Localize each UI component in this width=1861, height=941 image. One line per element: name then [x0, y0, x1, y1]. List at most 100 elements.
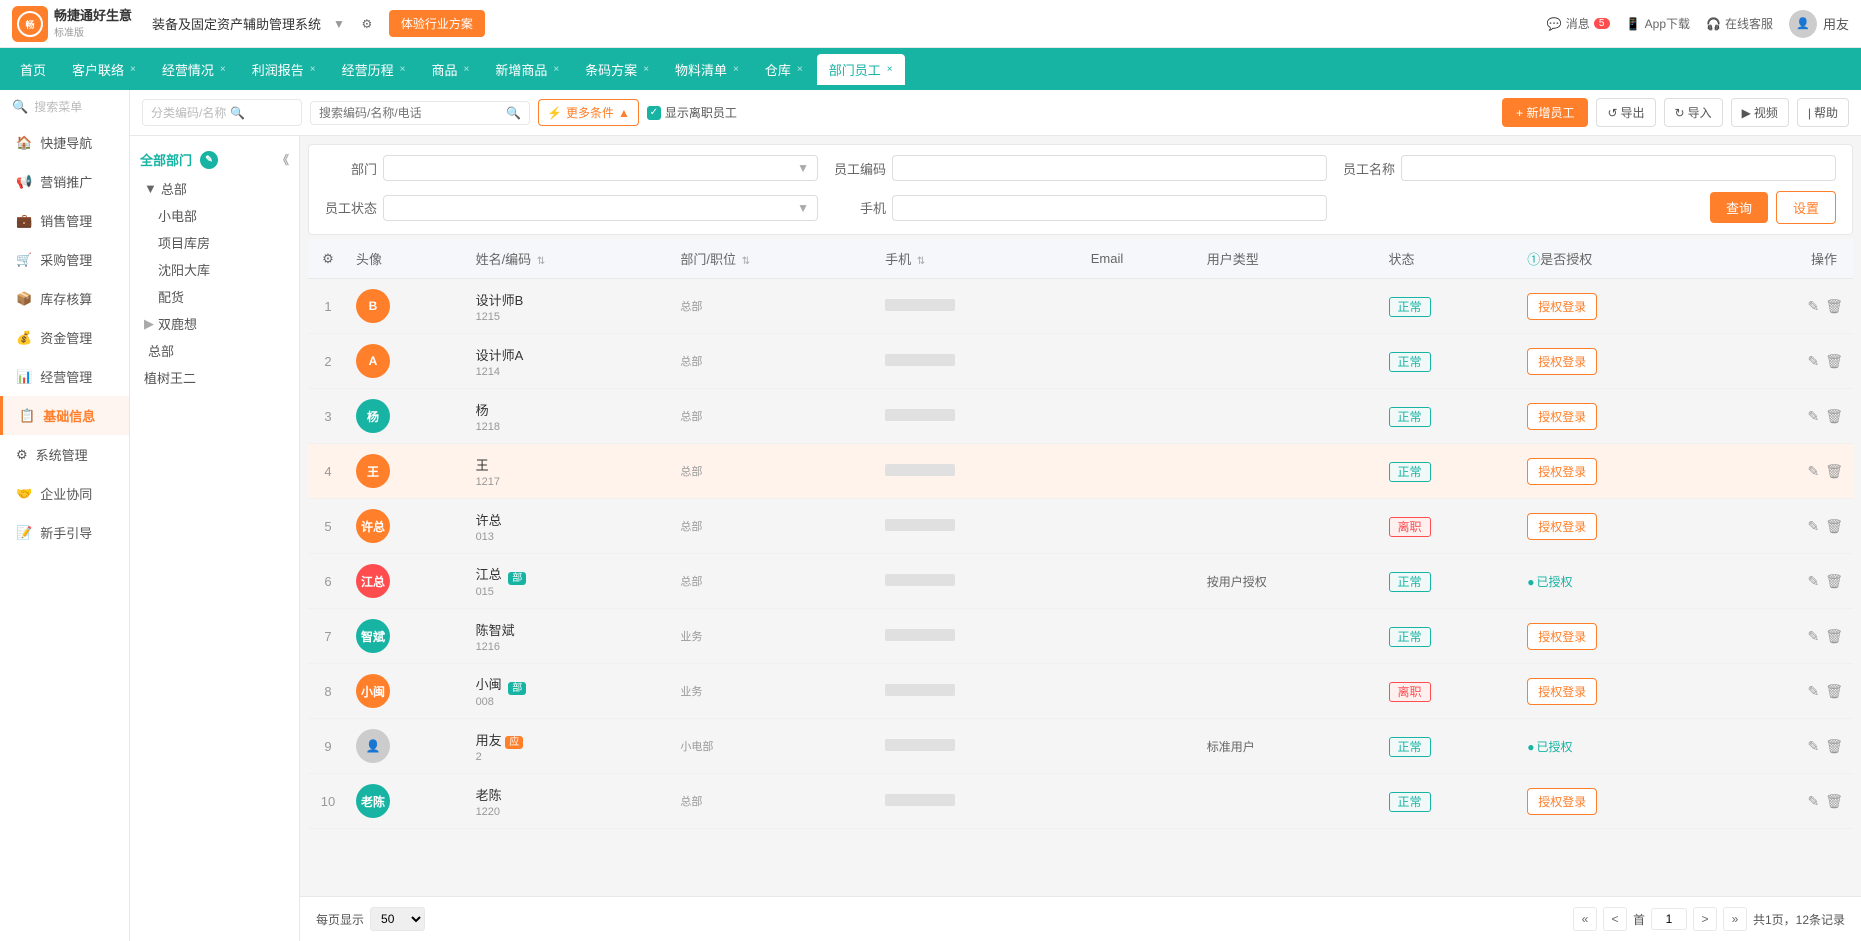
delete-icon[interactable]: 🗑: [1825, 683, 1843, 700]
tab-customer-close[interactable]: ×: [130, 64, 136, 75]
page-number-input[interactable]: [1651, 908, 1687, 930]
dept-edit-icon[interactable]: ✎: [200, 151, 218, 169]
delete-icon[interactable]: 🗑: [1825, 628, 1843, 645]
edit-icon[interactable]: ✎: [1807, 463, 1819, 480]
filter-search-button[interactable]: 查询: [1710, 192, 1768, 223]
tab-warehouse-close[interactable]: ×: [797, 64, 803, 75]
tab-goods[interactable]: 商品 ×: [419, 54, 481, 85]
more-filter-btn[interactable]: ⚡ 更多条件 ▲: [538, 99, 639, 126]
filter-dept-select[interactable]: ▼: [383, 155, 818, 181]
tab-customer[interactable]: 客户联络 ×: [60, 54, 148, 85]
edit-icon[interactable]: ✎: [1807, 738, 1819, 755]
last-page-button[interactable]: »: [1723, 907, 1747, 931]
delete-icon[interactable]: 🗑: [1825, 353, 1843, 370]
edit-icon[interactable]: ✎: [1807, 683, 1819, 700]
delete-icon[interactable]: 🗑: [1825, 518, 1843, 535]
tab-addgoods-close[interactable]: ×: [553, 64, 559, 75]
sidebar-item-system[interactable]: ⚙ 系统管理: [0, 435, 129, 474]
tab-report-close[interactable]: ×: [310, 64, 316, 75]
authorize-button[interactable]: 授权登录: [1527, 293, 1597, 320]
first-page-button[interactable]: «: [1573, 907, 1597, 931]
support-button[interactable]: 🎧 在线客服: [1706, 15, 1773, 32]
tab-warehouse[interactable]: 仓库 ×: [753, 54, 815, 85]
export-button[interactable]: ↺ 导出: [1596, 98, 1655, 127]
show-resigned-checkbox[interactable]: ✓: [647, 106, 661, 120]
edit-icon[interactable]: ✎: [1807, 408, 1819, 425]
tab-addgoods[interactable]: 新增商品 ×: [483, 54, 571, 85]
authorize-button[interactable]: 授权登录: [1527, 513, 1597, 540]
delete-icon[interactable]: 🗑: [1825, 573, 1843, 590]
dept-collapse-btn[interactable]: 《: [277, 151, 289, 168]
app-download-button[interactable]: 📱 App下载: [1626, 15, 1690, 32]
authorize-button[interactable]: 授权登录: [1527, 348, 1597, 375]
sidebar-item-sales[interactable]: 💼 销售管理: [0, 201, 129, 240]
filter-empstatus-select[interactable]: ▼: [383, 195, 818, 221]
sidebar-item-basic[interactable]: 📋 基础信息: [0, 396, 129, 435]
add-employee-button[interactable]: + 新增员工: [1502, 98, 1588, 127]
dept-group-shuangluxiang[interactable]: ▶ 双鹿想: [130, 310, 299, 337]
filter-empname-input[interactable]: [1401, 155, 1836, 181]
dept-group-hq2[interactable]: 总部: [130, 337, 299, 364]
col-dept[interactable]: 部门/职位 ⇅: [672, 239, 877, 279]
dept-item-shenyang[interactable]: 沈阳大库: [130, 256, 299, 283]
dept-group-headquarters[interactable]: ▼ 总部: [130, 175, 299, 202]
tab-employee[interactable]: 部门员工 ×: [817, 54, 905, 85]
import-button[interactable]: ↻ 导入: [1664, 98, 1723, 127]
tab-profit[interactable]: 经营情况 ×: [150, 54, 238, 85]
sidebar-item-finance[interactable]: 💰 资金管理: [0, 318, 129, 357]
col-name[interactable]: 姓名/编码 ⇅: [468, 239, 673, 279]
authorize-button[interactable]: 授权登录: [1527, 788, 1597, 815]
edit-icon[interactable]: ✎: [1807, 518, 1819, 535]
edit-icon[interactable]: ✎: [1807, 353, 1819, 370]
tab-employee-close[interactable]: ×: [887, 64, 893, 75]
page-size-select[interactable]: 50 100: [370, 907, 425, 931]
view-button[interactable]: ▶ 视频: [1731, 98, 1789, 127]
edit-icon[interactable]: ✎: [1807, 573, 1819, 590]
tab-report[interactable]: 利润报告 ×: [240, 54, 328, 85]
edit-icon[interactable]: ✎: [1807, 298, 1819, 315]
tab-goods-close[interactable]: ×: [463, 64, 469, 75]
filter-set-button[interactable]: 设置: [1776, 191, 1836, 224]
delete-icon[interactable]: 🗑: [1825, 463, 1843, 480]
delete-icon[interactable]: 🗑: [1825, 738, 1843, 755]
dept-item-electronics[interactable]: 小电部: [130, 202, 299, 229]
help-button[interactable]: | 帮助: [1797, 98, 1849, 127]
col-settings[interactable]: ⚙: [308, 239, 348, 279]
filter-empcode-input[interactable]: [892, 155, 1327, 181]
sidebar-item-purchase[interactable]: 🛒 采购管理: [0, 240, 129, 279]
delete-icon[interactable]: 🗑: [1825, 793, 1843, 810]
delete-icon[interactable]: 🗑: [1825, 408, 1843, 425]
sidebar-item-cooperation[interactable]: 🤝 企业协同: [0, 474, 129, 513]
tab-barcode[interactable]: 条码方案 ×: [573, 54, 661, 85]
user-area[interactable]: 👤 用友: [1789, 10, 1849, 38]
sidebar-item-marketing[interactable]: 📢 营销推广: [0, 162, 129, 201]
dept-all-label[interactable]: 全部部门: [140, 150, 192, 169]
tab-profit-close[interactable]: ×: [220, 64, 226, 75]
authorize-button[interactable]: 授权登录: [1527, 403, 1597, 430]
authorize-button[interactable]: 授权登录: [1527, 458, 1597, 485]
trial-button[interactable]: 体验行业方案: [389, 10, 485, 37]
edit-icon[interactable]: ✎: [1807, 793, 1819, 810]
tab-material-close[interactable]: ×: [733, 64, 739, 75]
classify-search[interactable]: 分类编码/名称 🔍: [142, 99, 302, 126]
authorize-button[interactable]: 授权登录: [1527, 678, 1597, 705]
delete-icon[interactable]: 🗑: [1825, 298, 1843, 315]
tab-history[interactable]: 经营历程 ×: [330, 54, 418, 85]
next-page-button[interactable]: >: [1693, 907, 1717, 931]
sidebar-item-shortcut[interactable]: 🏠 快捷导航: [0, 123, 129, 162]
prev-page-button[interactable]: <: [1603, 907, 1627, 931]
tab-barcode-close[interactable]: ×: [643, 64, 649, 75]
tab-history-close[interactable]: ×: [400, 64, 406, 75]
tab-home[interactable]: 首页: [8, 54, 58, 85]
col-phone[interactable]: 手机 ⇅: [877, 239, 1083, 279]
sidebar-search[interactable]: 🔍 搜索菜单: [0, 90, 129, 123]
sidebar-item-inventory[interactable]: 📦 库存核算: [0, 279, 129, 318]
settings-icon-btn[interactable]: ⚙: [353, 10, 381, 38]
dept-item-projectroom[interactable]: 项目库房: [130, 229, 299, 256]
dept-item-distribution[interactable]: 配货: [130, 283, 299, 310]
employee-search-input[interactable]: [319, 106, 502, 120]
tab-material[interactable]: 物料清单 ×: [663, 54, 751, 85]
authorize-button[interactable]: 授权登录: [1527, 623, 1597, 650]
filter-phone-input[interactable]: [892, 195, 1327, 221]
msg-button[interactable]: 💬 消息 5: [1547, 15, 1610, 32]
